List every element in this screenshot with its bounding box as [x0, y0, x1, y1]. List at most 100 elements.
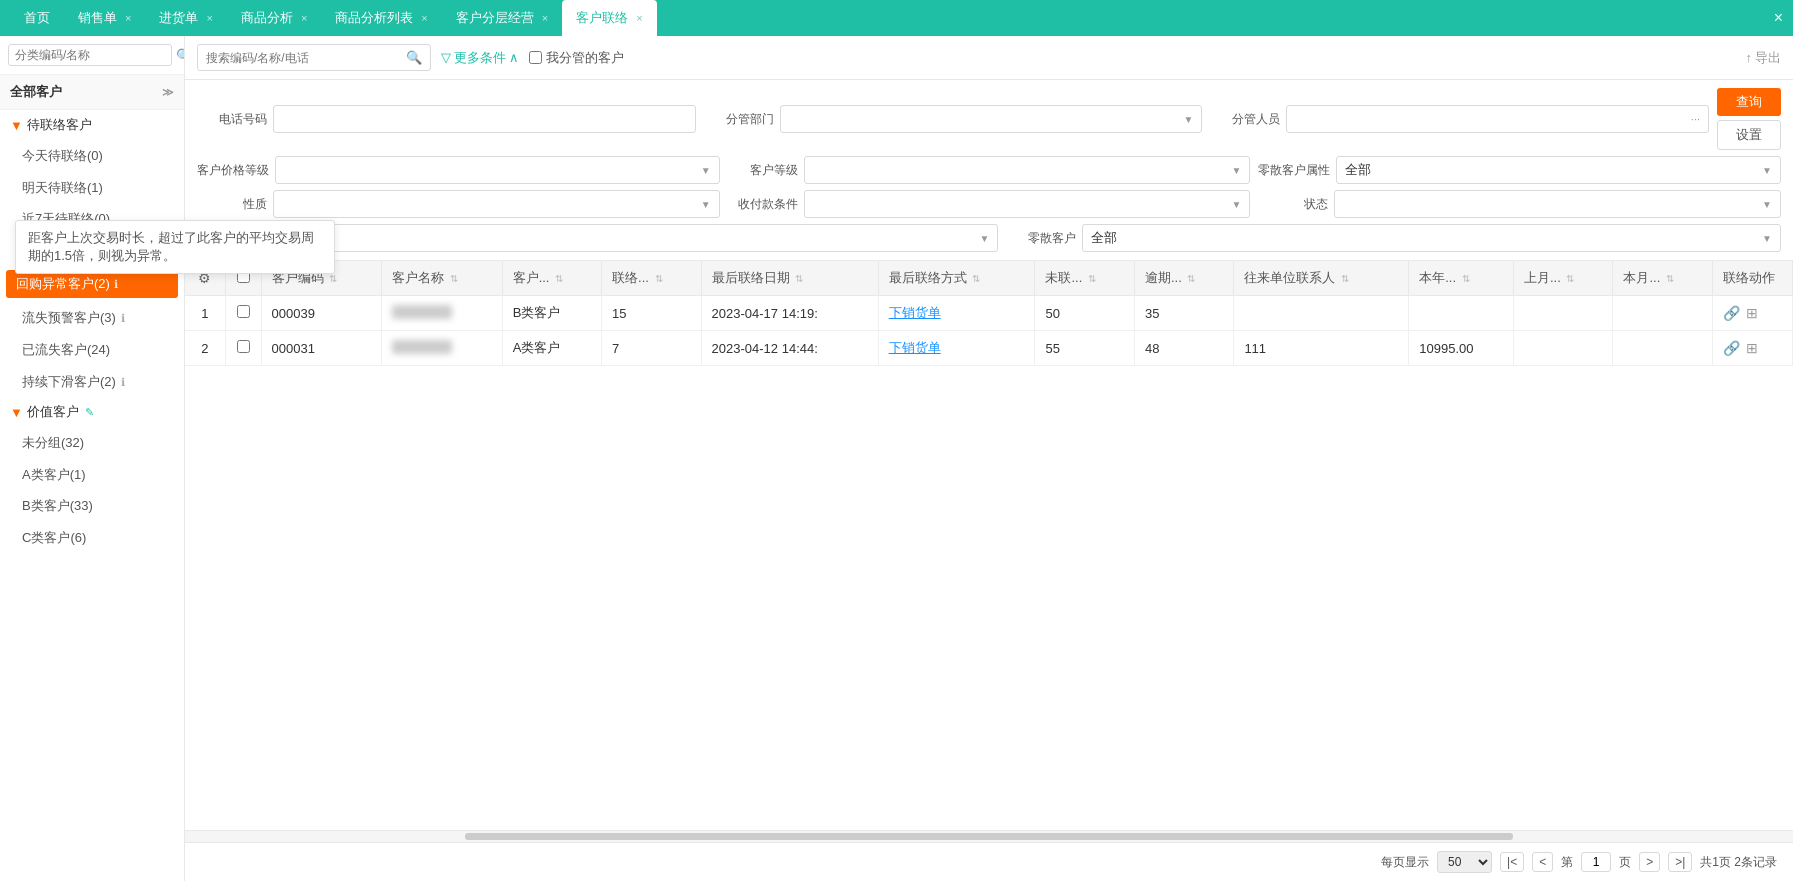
close-tab-analysis-list[interactable]: × [421, 0, 427, 36]
payment-arrow: ▼ [1231, 199, 1241, 210]
prev-page-btn[interactable]: < [1532, 852, 1553, 872]
sidebar-item-tomorrow[interactable]: 明天待联络(1) [0, 172, 184, 204]
link-btn-2[interactable]: 🔗 [1723, 340, 1740, 356]
grid-btn-2[interactable]: ⊞ [1746, 340, 1758, 356]
sort-uc-icon[interactable]: ⇅ [1341, 273, 1349, 284]
sidebar-collapse-btn[interactable]: ≫ [162, 86, 174, 99]
row-checkbox-2[interactable] [237, 340, 250, 353]
cell-date-2: 2023-04-12 14:44: [701, 331, 878, 366]
sidebar-search-icon[interactable]: 🔍 [176, 48, 185, 63]
contact-method-link-1[interactable]: 下销货单 [889, 305, 941, 320]
filter-row-3: 性质 ▼ 收付款条件 ▼ 状态 [197, 190, 1781, 218]
search-input[interactable] [198, 46, 398, 70]
search-icon[interactable]: 🔍 [398, 45, 430, 70]
nav-tab-customer-segment[interactable]: 客户分层经营 × [442, 0, 562, 36]
row-checkbox-1[interactable] [237, 305, 250, 318]
sidebar-item-rebuy-abnormal[interactable]: 回购异常客户(2) ℹ [6, 270, 178, 298]
cell-overdue-2: 48 [1134, 331, 1233, 366]
customer-grade-arrow: ▼ [1231, 165, 1241, 176]
settings-btn[interactable]: 设置 [1717, 120, 1781, 150]
nav-tab-purchase[interactable]: 进货单 × [145, 0, 226, 36]
sort-ty-icon[interactable]: ⇅ [1462, 273, 1470, 284]
sort-lm-icon[interactable]: ⇅ [1566, 273, 1574, 284]
cell-method-1: 下销货单 [878, 296, 1035, 331]
close-tab-customer-segment[interactable]: × [542, 0, 548, 36]
sort-method-icon[interactable]: ⇅ [972, 273, 980, 284]
scrollbar-thumb[interactable] [465, 833, 1513, 840]
close-tab-sales[interactable]: × [125, 0, 131, 36]
phone-input[interactable] [273, 105, 696, 133]
close-tab-customer-contact[interactable]: × [636, 0, 642, 36]
filter-icon: ▽ [441, 50, 451, 65]
price-grade-select[interactable]: ▼ [275, 156, 720, 184]
first-page-btn[interactable]: |< [1500, 852, 1524, 872]
sort-contact-icon[interactable]: ⇅ [655, 273, 663, 284]
nav-tab-sales[interactable]: 销售单 × [64, 0, 145, 36]
nav-tab-analysis-list[interactable]: 商品分析列表 × [321, 0, 441, 36]
last-page-btn[interactable]: >| [1668, 852, 1692, 872]
page-size-select[interactable]: 50 20 100 [1437, 851, 1492, 873]
sort-overdue-icon[interactable]: ⇅ [1187, 273, 1195, 284]
th-contact: 联络... ⇅ [602, 261, 701, 296]
retail-customer-select[interactable]: 全部 ▼ [1082, 224, 1781, 252]
close-tab-purchase[interactable]: × [206, 0, 212, 36]
filter-row-1: 电话号码 分管部门 ▼ 分管人员 ··· [197, 88, 1781, 150]
person-select[interactable]: ··· [1286, 105, 1709, 133]
close-window-btn[interactable]: × [1774, 9, 1783, 27]
tooltip-box: 距客户上次交易时长，超过了此客户的平均交易周期的1.5倍，则视为异常。 [15, 220, 335, 274]
dept-select[interactable]: ▼ [780, 105, 1203, 133]
retail-attr-select[interactable]: 全部 ▼ [1336, 156, 1781, 184]
close-tab-analysis[interactable]: × [301, 0, 307, 36]
sidebar-item-a-class[interactable]: A类客户(1) [0, 459, 184, 491]
customer-grade-select[interactable]: ▼ [804, 156, 1251, 184]
info-icon: ℹ [114, 278, 118, 291]
next-page-btn[interactable]: > [1639, 852, 1660, 872]
sidebar-group-value[interactable]: ▼ 价值客户 ✎ [0, 397, 184, 427]
sidebar-item-b-class[interactable]: B类客户(33) [0, 490, 184, 522]
nav-tab-analysis[interactable]: 商品分析 × [227, 0, 321, 36]
cell-tm-1 [1613, 296, 1713, 331]
edit-value-group-btn[interactable]: ✎ [85, 406, 94, 419]
cell-lm-2 [1513, 331, 1612, 366]
my-customer-checkbox[interactable] [529, 51, 542, 64]
nav-tab-home[interactable]: 首页 [10, 0, 64, 36]
status-select[interactable]: ▼ [1334, 190, 1781, 218]
gender-select[interactable]: ▼ [273, 190, 720, 218]
sidebar-group-pending[interactable]: ▼ 待联络客户 [0, 110, 184, 140]
sort-nc-icon[interactable]: ⇅ [1088, 273, 1096, 284]
customer-type-select[interactable]: ▼ [300, 224, 999, 252]
sidebar-item-churned[interactable]: 已流失客户(24) [0, 334, 184, 366]
sidebar-item-ungrouped[interactable]: 未分组(32) [0, 427, 184, 459]
grid-btn-1[interactable]: ⊞ [1746, 305, 1758, 321]
sidebar: 🔍 全部客户 ≫ ▼ 待联络客户 今天待联络(0) 明天待联络(1) 近7天待联… [0, 36, 185, 881]
contact-method-link-2[interactable]: 下销货单 [889, 340, 941, 355]
all-customers-label: 全部客户 [10, 83, 62, 101]
sidebar-item-declining[interactable]: 持续下滑客户(2) ℹ [0, 366, 184, 398]
th-not-contacted: 未联... ⇅ [1035, 261, 1134, 296]
sort-date-icon[interactable]: ⇅ [795, 273, 803, 284]
sidebar-item-today[interactable]: 今天待联络(0) [0, 140, 184, 172]
export-btn[interactable]: ↑ 导出 [1746, 49, 1782, 67]
row-action-1: 🔗 ⊞ [1723, 305, 1782, 321]
sort-tm-icon[interactable]: ⇅ [1666, 273, 1674, 284]
th-this-month: 本月... ⇅ [1613, 261, 1713, 296]
th-unit-contact: 往来单位联系人 ⇅ [1234, 261, 1409, 296]
th-last-contact-method: 最后联络方式 ⇅ [878, 261, 1035, 296]
sort-type-icon[interactable]: ⇅ [555, 273, 563, 284]
sort-code-icon[interactable]: ⇅ [329, 273, 337, 284]
all-customers-header[interactable]: 全部客户 ≫ [0, 75, 184, 110]
nav-tab-customer-contact[interactable]: 客户联络 × [562, 0, 656, 36]
query-btn[interactable]: 查询 [1717, 88, 1781, 116]
sidebar-item-c-class[interactable]: C类客户(6) [0, 522, 184, 554]
horizontal-scrollbar[interactable] [185, 830, 1793, 842]
toolbar: 🔍 ▽ 更多条件 ∧ 我分管的客户 ↑ 导出 [185, 36, 1793, 80]
link-btn-1[interactable]: 🔗 [1723, 305, 1740, 321]
sort-name-icon[interactable]: ⇅ [450, 273, 458, 284]
payment-select[interactable]: ▼ [804, 190, 1251, 218]
page-input[interactable] [1581, 852, 1611, 872]
th-action: 联络动作 [1713, 261, 1793, 296]
sidebar-item-churn-warning[interactable]: 流失预警客户(3) ℹ [0, 302, 184, 334]
more-filter-btn[interactable]: ▽ 更多条件 ∧ [441, 49, 519, 67]
sidebar-search-input[interactable] [8, 44, 172, 66]
price-grade-arrow: ▼ [701, 165, 711, 176]
